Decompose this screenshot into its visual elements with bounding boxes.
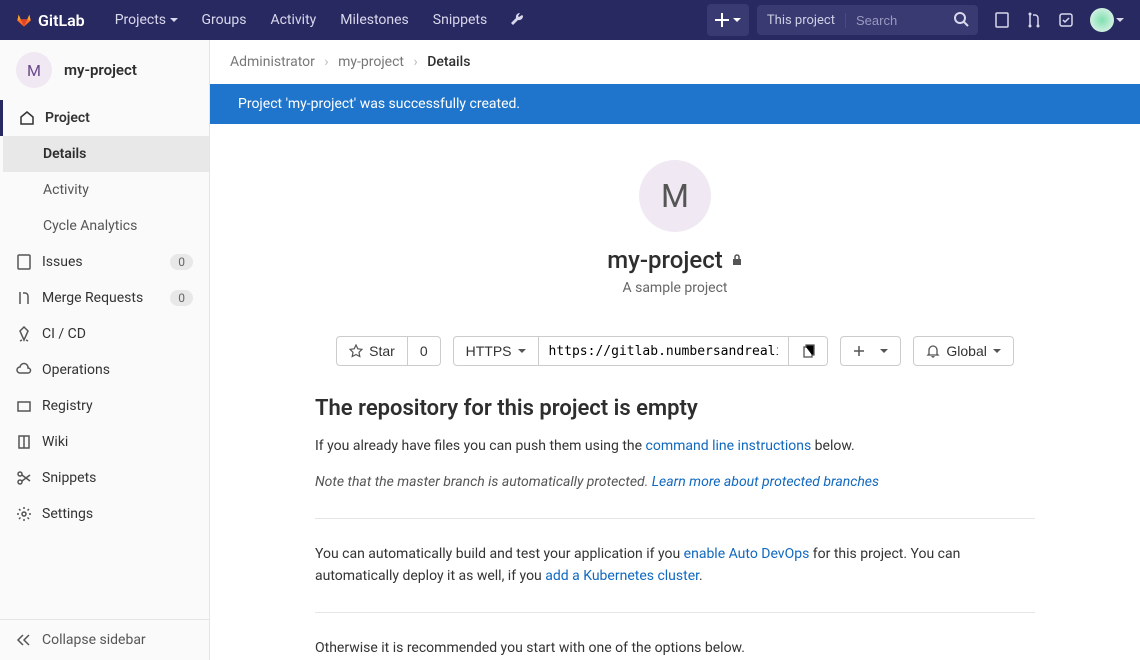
- book-icon: [16, 434, 32, 450]
- collapse-icon: [16, 632, 32, 648]
- breadcrumb-project[interactable]: my-project: [338, 54, 404, 70]
- breadcrumb: Administrator › my-project › Details: [210, 40, 1140, 84]
- brand-name: GitLab: [38, 11, 85, 30]
- chevron-down-icon: [993, 347, 1001, 355]
- push-instructions-text: If you already have files you can push t…: [315, 435, 1035, 457]
- sidebar-item-issues[interactable]: Issues0: [0, 244, 209, 280]
- lock-icon: [731, 254, 743, 266]
- sidebar-item-settings[interactable]: Settings: [0, 496, 209, 532]
- autodevops-text: You can automatically build and test you…: [315, 543, 1035, 588]
- project-description: A sample project: [230, 280, 1120, 296]
- protected-branch-note: Note that the master branch is automatic…: [315, 471, 1035, 493]
- cli-instructions-link[interactable]: command line instructions: [646, 438, 812, 454]
- issues-count-badge: 0: [170, 254, 193, 270]
- search-button[interactable]: [946, 4, 978, 36]
- plus-icon: [715, 13, 729, 27]
- project-name: my-project: [64, 61, 137, 79]
- search-icon: [954, 12, 970, 28]
- project-large-avatar: M: [639, 160, 711, 232]
- issues-shortcut-icon[interactable]: [986, 4, 1018, 36]
- nav-activity[interactable]: Activity: [260, 4, 326, 36]
- user-menu[interactable]: [1082, 4, 1124, 36]
- nav-groups[interactable]: Groups: [192, 4, 257, 36]
- notification-dropdown[interactable]: Global: [913, 336, 1013, 366]
- divider: [315, 612, 1035, 613]
- copy-url-button[interactable]: [789, 336, 828, 366]
- add-kubernetes-link[interactable]: add a Kubernetes cluster: [545, 568, 699, 584]
- empty-repo-heading: The repository for this project is empty: [315, 396, 1035, 421]
- gear-icon: [16, 506, 32, 522]
- nav-snippets[interactable]: Snippets: [423, 4, 497, 36]
- clone-url-input[interactable]: [539, 336, 789, 366]
- project-hero: M my-project A sample project: [210, 124, 1140, 316]
- sidebar: M my-project Project Details Activity Cy…: [0, 40, 210, 660]
- chevron-down-icon: [1116, 16, 1124, 24]
- todos-icon[interactable]: [1050, 4, 1082, 36]
- sidebar-item-project[interactable]: Project: [0, 100, 209, 136]
- search-scope[interactable]: This project: [757, 13, 846, 28]
- search-bar: This project: [757, 5, 978, 35]
- sidebar-item-merge-requests[interactable]: Merge Requests0: [0, 280, 209, 316]
- sidebar-item-activity[interactable]: Activity: [3, 172, 209, 208]
- nav-milestones[interactable]: Milestones: [330, 4, 419, 36]
- chevron-down-icon: [733, 16, 741, 24]
- home-icon: [19, 110, 35, 126]
- star-button[interactable]: Star: [336, 336, 408, 366]
- star-count[interactable]: 0: [408, 336, 441, 366]
- sidebar-item-cycle[interactable]: Cycle Analytics: [3, 208, 209, 244]
- protected-branches-link[interactable]: Learn more about protected branches: [652, 474, 879, 490]
- chevron-down-icon: [170, 16, 178, 24]
- project-avatar: M: [16, 52, 52, 88]
- nav-projects[interactable]: Projects: [105, 4, 188, 36]
- logo[interactable]: GitLab: [16, 11, 85, 30]
- add-dropdown-button[interactable]: [840, 336, 902, 366]
- main-nav: Projects Groups Activity Milestones Snip…: [105, 4, 534, 36]
- chevron-down-icon: [518, 347, 526, 355]
- issues-icon: [16, 254, 32, 270]
- breadcrumb-current: Details: [427, 54, 470, 70]
- sidebar-item-snippets[interactable]: Snippets: [0, 460, 209, 496]
- mr-shortcut-icon[interactable]: [1018, 4, 1050, 36]
- flash-message: Project 'my-project' was successfully cr…: [210, 84, 1140, 124]
- main-content: Administrator › my-project › Details Pro…: [210, 40, 1140, 660]
- content-body: The repository for this project is empty…: [295, 396, 1055, 660]
- star-icon: [349, 344, 363, 358]
- mr-count-badge: 0: [170, 290, 193, 306]
- clone-protocol-dropdown[interactable]: HTTPS: [453, 336, 539, 366]
- gitlab-icon: [16, 12, 32, 28]
- divider: [315, 518, 1035, 519]
- avatar: [1090, 8, 1114, 32]
- admin-wrench-icon[interactable]: [501, 4, 533, 36]
- new-dropdown-button[interactable]: [707, 4, 749, 36]
- options-intro-text: Otherwise it is recommended you start wi…: [315, 637, 1035, 659]
- sidebar-project-header[interactable]: M my-project: [0, 40, 209, 100]
- scissors-icon: [16, 470, 32, 486]
- merge-icon: [16, 290, 32, 306]
- navbar: GitLab Projects Groups Activity Mileston…: [0, 0, 1140, 40]
- chevron-down-icon: [880, 347, 888, 355]
- sidebar-item-details[interactable]: Details: [3, 136, 209, 172]
- sidebar-item-registry[interactable]: Registry: [0, 388, 209, 424]
- project-actions: Star 0 HTTPS Global: [210, 336, 1140, 366]
- rocket-icon: [16, 326, 32, 342]
- sidebar-item-cicd[interactable]: CI / CD: [0, 316, 209, 352]
- plus-icon: [853, 345, 865, 357]
- registry-icon: [16, 398, 32, 414]
- cloud-icon: [16, 362, 32, 378]
- search-input[interactable]: [846, 13, 946, 28]
- breadcrumb-admin[interactable]: Administrator: [230, 54, 315, 70]
- sidebar-item-operations[interactable]: Operations: [0, 352, 209, 388]
- sidebar-item-wiki[interactable]: Wiki: [0, 424, 209, 460]
- enable-autodevops-link[interactable]: enable Auto DevOps: [684, 546, 810, 562]
- copy-icon: [801, 344, 815, 358]
- collapse-sidebar[interactable]: Collapse sidebar: [0, 619, 209, 660]
- bell-icon: [926, 344, 940, 358]
- project-title: my-project: [230, 246, 1120, 274]
